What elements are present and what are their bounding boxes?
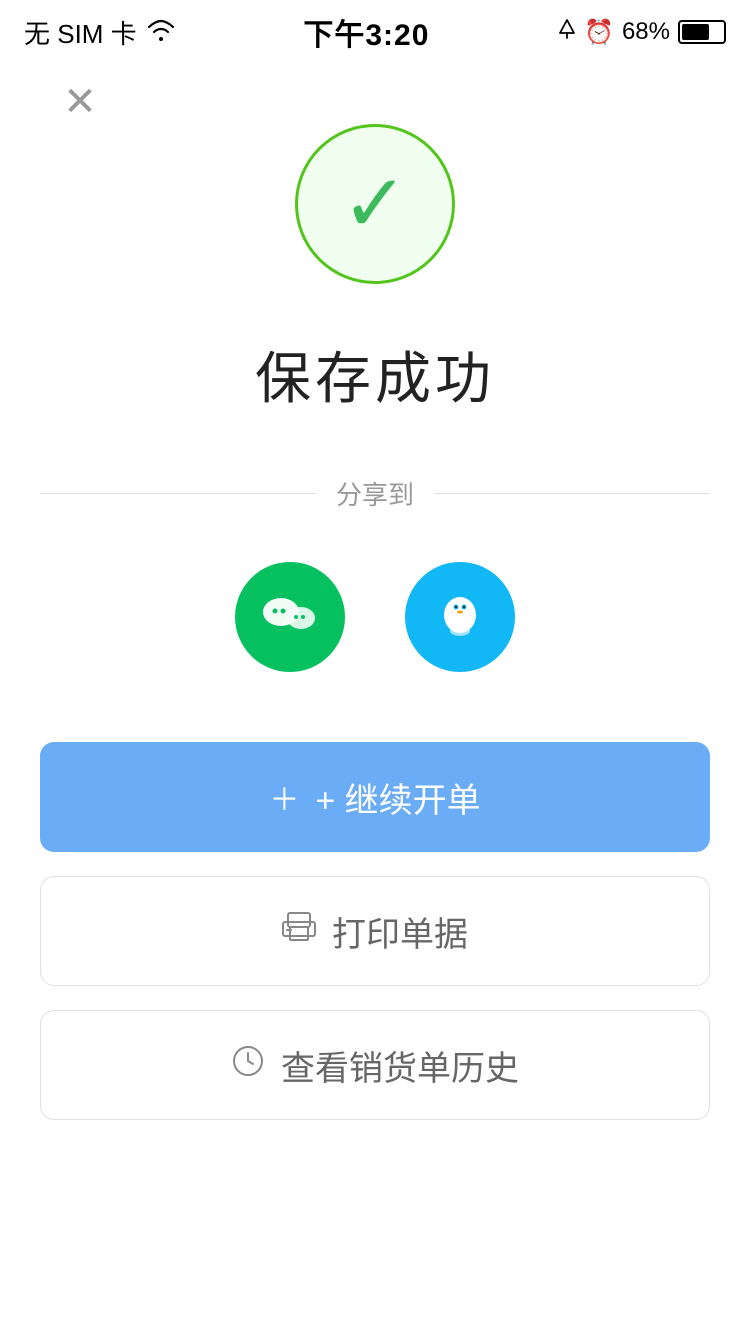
wifi-icon xyxy=(147,17,175,48)
no-sim-text: 无 SIM 卡 xyxy=(24,14,137,51)
battery-percent: 68% xyxy=(622,18,670,46)
status-right: ⏰ 68% xyxy=(558,18,726,47)
wechat-share-button[interactable] xyxy=(235,562,345,672)
battery-icon xyxy=(678,20,726,44)
share-divider: 分享到 xyxy=(40,475,710,512)
close-button[interactable]: ✕ xyxy=(50,72,110,132)
share-icons xyxy=(40,562,710,672)
main-content: ✓ 保存成功 分享到 xyxy=(0,64,750,1120)
close-icon: ✕ xyxy=(63,82,97,122)
status-left: 无 SIM 卡 xyxy=(24,14,175,51)
print-label: 打印单据 xyxy=(332,907,468,956)
history-label: 查看销货单历史 xyxy=(281,1041,519,1090)
status-time: 下午3:20 xyxy=(303,10,429,54)
qq-share-button[interactable] xyxy=(405,562,515,672)
actions: ＋ + 继续开单 打印单据 查看销货单历史 xyxy=(0,742,750,1120)
checkmark-icon: ✓ xyxy=(341,164,408,244)
history-button[interactable]: 查看销货单历史 xyxy=(40,1010,710,1120)
continue-order-label: + 继续开单 xyxy=(315,773,480,822)
print-button[interactable]: 打印单据 xyxy=(40,876,710,986)
success-title: 保存成功 xyxy=(255,334,495,415)
divider-line-left xyxy=(40,493,316,494)
continue-order-button[interactable]: ＋ + 继续开单 xyxy=(40,742,710,852)
plus-icon: ＋ xyxy=(269,775,299,819)
alarm-icon: ⏰ xyxy=(584,18,614,47)
share-section: 分享到 xyxy=(0,475,750,672)
share-label: 分享到 xyxy=(336,475,414,512)
history-icon xyxy=(231,1044,265,1086)
location-icon xyxy=(558,18,576,46)
status-bar: 无 SIM 卡 下午3:20 ⏰ 68% xyxy=(0,0,750,64)
success-circle: ✓ xyxy=(295,124,455,284)
print-icon xyxy=(282,912,316,950)
divider-line-right xyxy=(434,493,710,494)
